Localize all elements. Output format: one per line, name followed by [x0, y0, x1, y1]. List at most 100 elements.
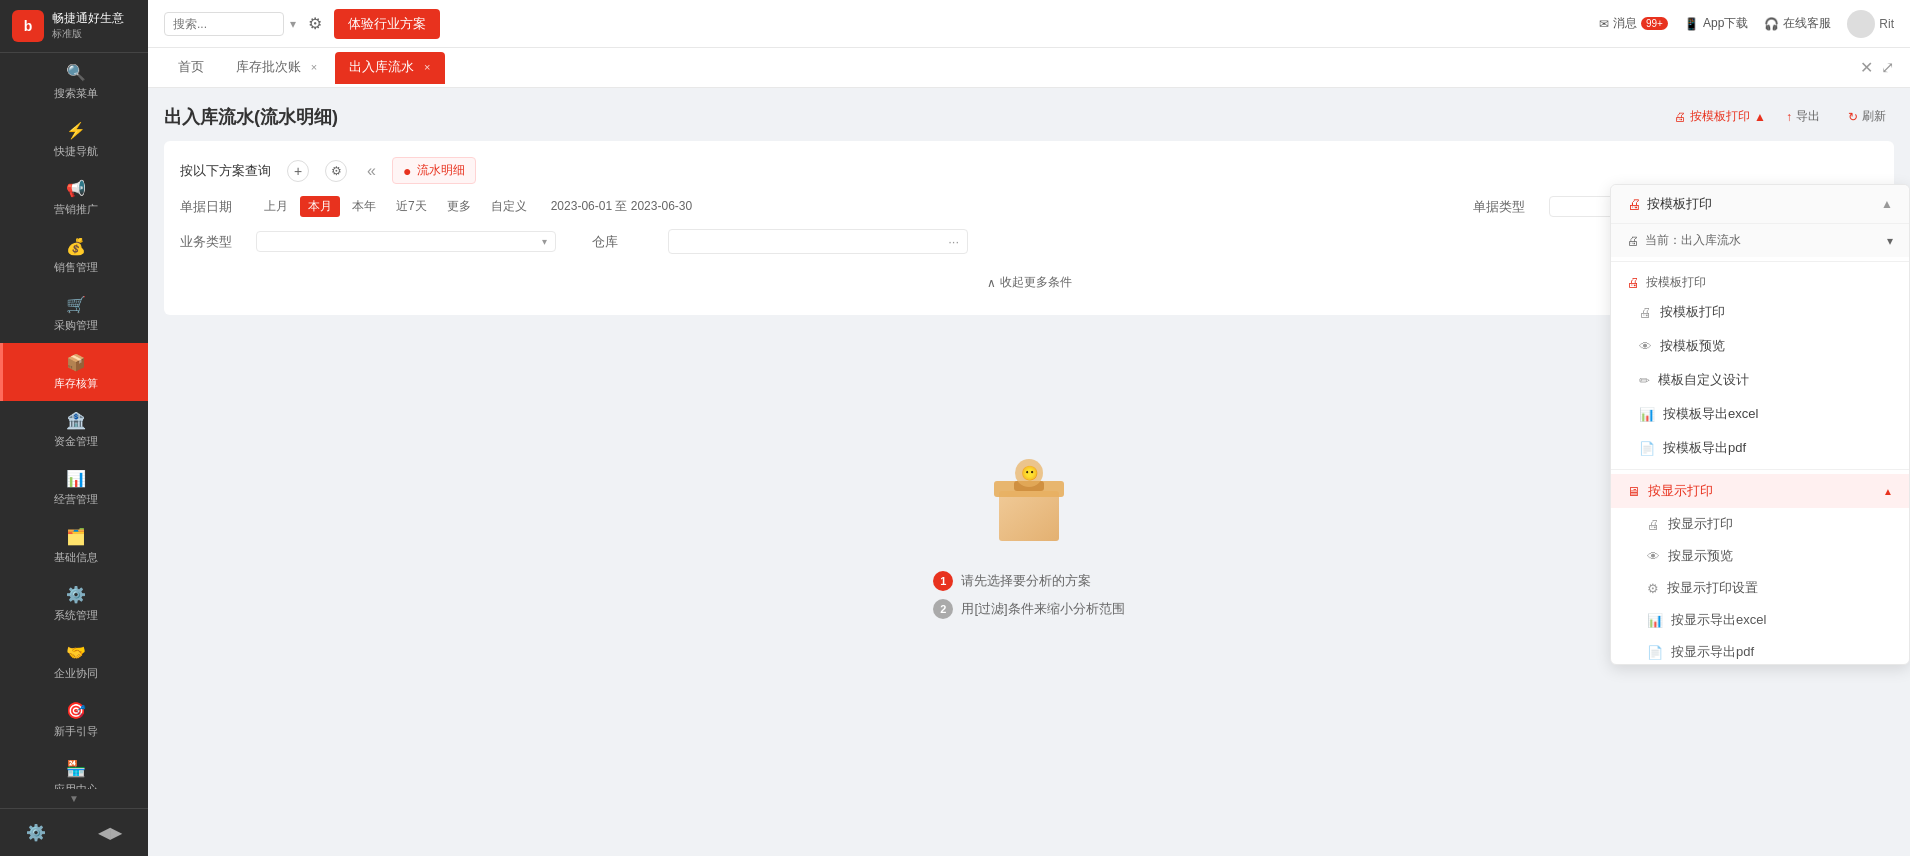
dropdown-item-template-print[interactable]: 🖨 按模板打印: [1611, 295, 1909, 329]
dropdown-item-template-preview-label: 按模板预览: [1660, 337, 1725, 355]
sidebar-item-label: 新手引导: [54, 724, 98, 739]
date-shortcut-current-year[interactable]: 本年: [344, 196, 384, 217]
sidebar-item-shortcut[interactable]: ⚡ 快捷导航: [0, 111, 148, 169]
dropdown-item-template-excel[interactable]: 📊 按模板导出excel: [1611, 397, 1909, 431]
filter-add-button[interactable]: +: [287, 160, 309, 182]
gear-icon: ⚙️: [66, 585, 86, 604]
dropdown-subitem-display-print[interactable]: 🖨 按显示打印: [1611, 508, 1909, 540]
page-header: 出入库流水(流水明细) 🖨 按模板打印 ▲ ↑ 导出 ↻ 刷新: [164, 104, 1894, 129]
record-type-label: 单据类型: [1473, 198, 1533, 216]
sidebar-scroll-down[interactable]: ▼: [0, 789, 148, 808]
current-template-arrow[interactable]: ▾: [1887, 234, 1893, 248]
dropdown-subitem-display-settings[interactable]: ⚙ 按显示打印设置: [1611, 572, 1909, 604]
sidebar-item-guide[interactable]: 🎯 新手引导: [0, 691, 148, 749]
app-download-button[interactable]: 📱 App下载: [1684, 15, 1748, 32]
sidebar-item-label: 快捷导航: [54, 144, 98, 159]
topbar-settings-icon[interactable]: ⚙: [308, 14, 322, 33]
warehouse-dropdown[interactable]: ···: [668, 229, 968, 254]
sidebar-item-sales[interactable]: 💰 销售管理: [0, 227, 148, 285]
message-label: 消息: [1613, 15, 1637, 32]
sidebar-item-appstore[interactable]: 🏪 应用中心: [0, 749, 148, 789]
dropdown-subitem-display-pdf[interactable]: 📄 按显示导出pdf: [1611, 636, 1909, 664]
date-to: 至: [615, 199, 627, 213]
cart-icon: 🛒: [66, 295, 86, 314]
tab-batch-account-close[interactable]: ×: [311, 61, 317, 73]
sidebar-item-inventory[interactable]: 📦 库存核算: [0, 343, 148, 401]
dropdown-item-template-custom[interactable]: ✏ 模板自定义设计: [1611, 363, 1909, 397]
sidebar-item-basic[interactable]: 🗂️ 基础信息: [0, 517, 148, 575]
sidebar: b 畅捷通好生意 标准版 🔍 搜索菜单 ⚡ 快捷导航 📢 营销推广 💰 销售管理: [0, 0, 148, 856]
sidebar-item-label: 基础信息: [54, 550, 98, 565]
dropdown-subitem-display-preview[interactable]: 👁 按显示预览: [1611, 540, 1909, 572]
tab-inventory-flow-close[interactable]: ×: [424, 61, 430, 73]
current-template-row: 🖨 当前：出入库流水 ▾: [1611, 224, 1909, 257]
sidebar-item-system[interactable]: ⚙️ 系统管理: [0, 575, 148, 633]
refresh-button[interactable]: ↻ 刷新: [1840, 104, 1894, 129]
sidebar-item-label: 资金管理: [54, 434, 98, 449]
biz-type-dropdown[interactable]: ▾: [256, 231, 556, 252]
section-title-template: 🖨 按模板打印: [1627, 274, 1706, 291]
dropdown-item-template-preview[interactable]: 👁 按模板预览: [1611, 329, 1909, 363]
sidebar-item-label: 企业协同: [54, 666, 98, 681]
logo-icon: b: [12, 10, 44, 42]
sidebar-item-operation[interactable]: 📊 经营管理: [0, 459, 148, 517]
date-shortcut-7days[interactable]: 近7天: [388, 196, 435, 217]
sidebar-nav: 🔍 搜索菜单 ⚡ 快捷导航 📢 营销推广 💰 销售管理 🛒 采购管理 📦: [0, 53, 148, 789]
message-button[interactable]: ✉ 消息 99+: [1599, 15, 1668, 32]
topbar-search-input[interactable]: [164, 12, 284, 36]
sidebar-collapse-button[interactable]: ◀▶: [94, 819, 126, 846]
display-print-section-header[interactable]: 🖥 按显示打印 ▲: [1611, 474, 1909, 508]
biz-type-arrow: ▾: [542, 236, 547, 247]
dropdown-eye-icon-1: 👁: [1639, 339, 1652, 354]
online-service-button[interactable]: 🎧 在线客服: [1764, 15, 1831, 32]
sidebar-item-collab[interactable]: 🤝 企业协同: [0, 633, 148, 691]
app-download-label: App下载: [1703, 15, 1748, 32]
dropdown-pdf-icon-2: 📄: [1647, 645, 1663, 660]
box-icon: 📦: [66, 353, 86, 372]
target-icon: 🎯: [66, 701, 86, 720]
dropdown-panel-header: 🖨 按模板打印 ▲: [1611, 185, 1909, 224]
dropdown-excel-icon-2: 📊: [1647, 613, 1663, 628]
dropdown-panel-collapse-arrow[interactable]: ▲: [1881, 197, 1893, 211]
tab-inventory-flow[interactable]: 出入库流水 ×: [335, 52, 444, 84]
date-shortcut-last-month[interactable]: 上月: [256, 196, 296, 217]
tab-batch-account[interactable]: 库存批次账 ×: [222, 50, 331, 86]
user-profile[interactable]: Rit: [1847, 10, 1894, 38]
date-shortcut-more[interactable]: 更多: [439, 196, 479, 217]
window-close-button[interactable]: ✕: [1860, 58, 1873, 77]
dropdown-subitem-display-excel[interactable]: 📊 按显示导出excel: [1611, 604, 1909, 636]
date-shortcut-current-month[interactable]: 本月: [300, 196, 340, 217]
sidebar-settings-button[interactable]: ⚙️: [22, 819, 50, 846]
chevron-up-icon: ∧: [987, 276, 996, 290]
topbar-right: ✉ 消息 99+ 📱 App下载 🎧 在线客服 Rit: [1599, 10, 1894, 38]
window-maximize-button[interactable]: ⤢: [1881, 58, 1894, 77]
filter-settings-button[interactable]: ⚙: [325, 160, 347, 182]
topbar: ▾ ⚙ 体验行业方案 ✉ 消息 99+ 📱 App下载 🎧 在线客服: [148, 0, 1910, 48]
sidebar-item-search[interactable]: 🔍 搜索菜单: [0, 53, 148, 111]
current-template-icon: 🖨: [1627, 234, 1639, 248]
industry-solution-button[interactable]: 体验行业方案: [334, 9, 440, 39]
export-button[interactable]: ↑ 导出: [1778, 104, 1828, 129]
tab-home[interactable]: 首页: [164, 50, 218, 86]
date-shortcut-custom[interactable]: 自定义: [483, 196, 535, 217]
date-range: 2023-06-01 至 2023-06-30: [551, 198, 692, 215]
template-print-section-header: 🖨 按模板打印: [1611, 266, 1909, 295]
search-dropdown-arrow[interactable]: ▾: [290, 17, 296, 31]
sidebar-item-marketing[interactable]: 📢 营销推广: [0, 169, 148, 227]
divider-1: [1611, 261, 1909, 262]
dropdown-item-template-pdf[interactable]: 📄 按模板导出pdf: [1611, 431, 1909, 465]
sidebar-item-finance[interactable]: 🏦 资金管理: [0, 401, 148, 459]
dropdown-panel-title: 🖨 按模板打印: [1627, 195, 1712, 213]
sidebar-item-label: 销售管理: [54, 260, 98, 275]
template-print-button[interactable]: 🖨 按模板打印 ▲: [1674, 108, 1766, 125]
filter-tag-flow[interactable]: ● 流水明细: [392, 157, 476, 184]
current-template-label: 当前：出入库流水: [1645, 232, 1741, 249]
template-print-label: 按模板打印: [1690, 108, 1750, 125]
filter-collapse-button[interactable]: «: [367, 162, 376, 180]
flash-icon: ⚡: [66, 121, 86, 140]
sidebar-item-purchase[interactable]: 🛒 采购管理: [0, 285, 148, 343]
dropdown-item-template-excel-label: 按模板导出excel: [1663, 405, 1758, 423]
warehouse-more-button[interactable]: ···: [948, 234, 959, 249]
filter-tag-icon: ●: [403, 163, 411, 179]
bank-icon: 🏦: [66, 411, 86, 430]
